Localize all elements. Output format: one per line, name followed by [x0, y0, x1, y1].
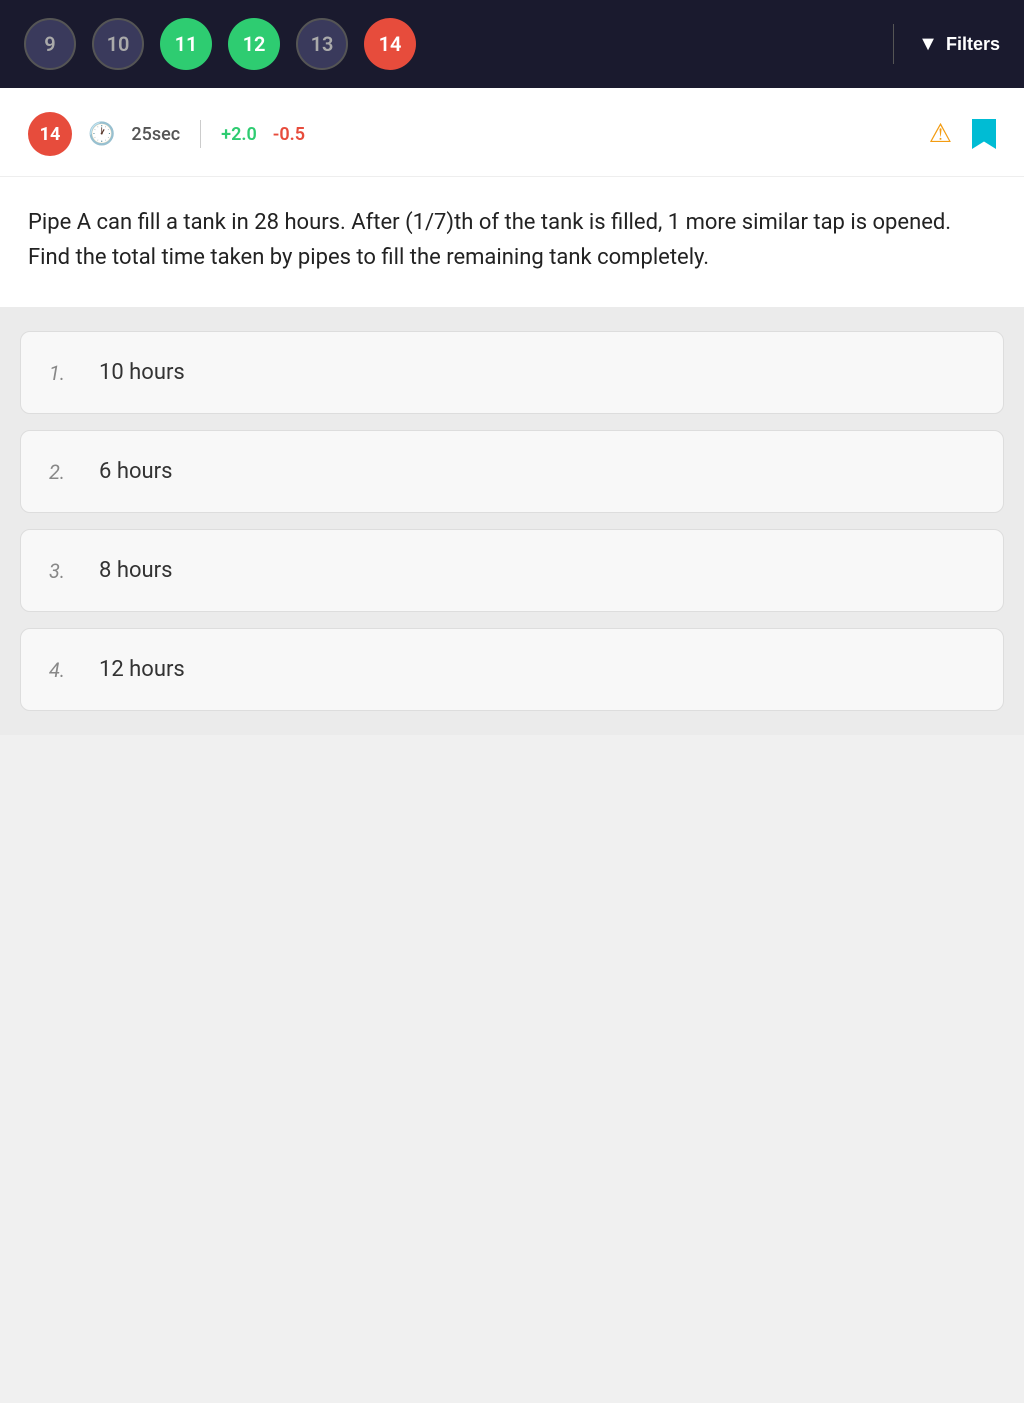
- question-bubble-13[interactable]: 13: [296, 18, 348, 70]
- question-bubble-14[interactable]: 14: [364, 18, 416, 70]
- option-text-1: 10 hours: [99, 360, 185, 385]
- filter-icon: ▼: [918, 33, 938, 56]
- question-bubble-12[interactable]: 12: [228, 18, 280, 70]
- score-positive: +2.0: [221, 124, 257, 145]
- score-negative: -0.5: [273, 124, 305, 145]
- timer-text: 25sec: [131, 124, 180, 145]
- timer-icon: 🕐: [88, 122, 115, 147]
- option-number-3: 3.: [49, 559, 79, 583]
- filters-label: Filters: [946, 34, 1000, 55]
- question-body: Pipe A can fill a tank in 28 hours. Afte…: [0, 177, 1024, 307]
- question-bubble-10[interactable]: 10: [92, 18, 144, 70]
- option-card-4[interactable]: 4. 12 hours: [20, 628, 1004, 711]
- header-divider: [200, 120, 201, 148]
- question-bubble-11[interactable]: 11: [160, 18, 212, 70]
- filters-button[interactable]: ▼ Filters: [918, 33, 1000, 56]
- option-text-4: 12 hours: [99, 657, 185, 682]
- option-text-3: 8 hours: [99, 558, 172, 583]
- top-navigation: 9 10 11 12 13 14 ▼ Filters: [0, 0, 1024, 88]
- option-card-2[interactable]: 2. 6 hours: [20, 430, 1004, 513]
- option-number-2: 2.: [49, 460, 79, 484]
- header-icons-right: ⚠: [929, 119, 996, 149]
- warning-icon[interactable]: ⚠: [929, 119, 952, 149]
- question-bubble-9[interactable]: 9: [24, 18, 76, 70]
- question-number-badge: 14: [28, 112, 72, 156]
- options-area: 1. 10 hours 2. 6 hours 3. 8 hours 4. 12 hours: [0, 307, 1024, 735]
- nav-divider: [893, 24, 894, 64]
- main-content: 14 🕐 25sec +2.0 -0.5 ⚠ Pipe A can fill a…: [0, 88, 1024, 735]
- option-number-1: 1.: [49, 361, 79, 385]
- question-header: 14 🕐 25sec +2.0 -0.5 ⚠: [0, 88, 1024, 177]
- option-text-2: 6 hours: [99, 459, 172, 484]
- option-card-1[interactable]: 1. 10 hours: [20, 331, 1004, 414]
- option-card-3[interactable]: 3. 8 hours: [20, 529, 1004, 612]
- question-text: Pipe A can fill a tank in 28 hours. Afte…: [28, 205, 996, 275]
- bookmark-icon[interactable]: [972, 119, 996, 149]
- option-number-4: 4.: [49, 658, 79, 682]
